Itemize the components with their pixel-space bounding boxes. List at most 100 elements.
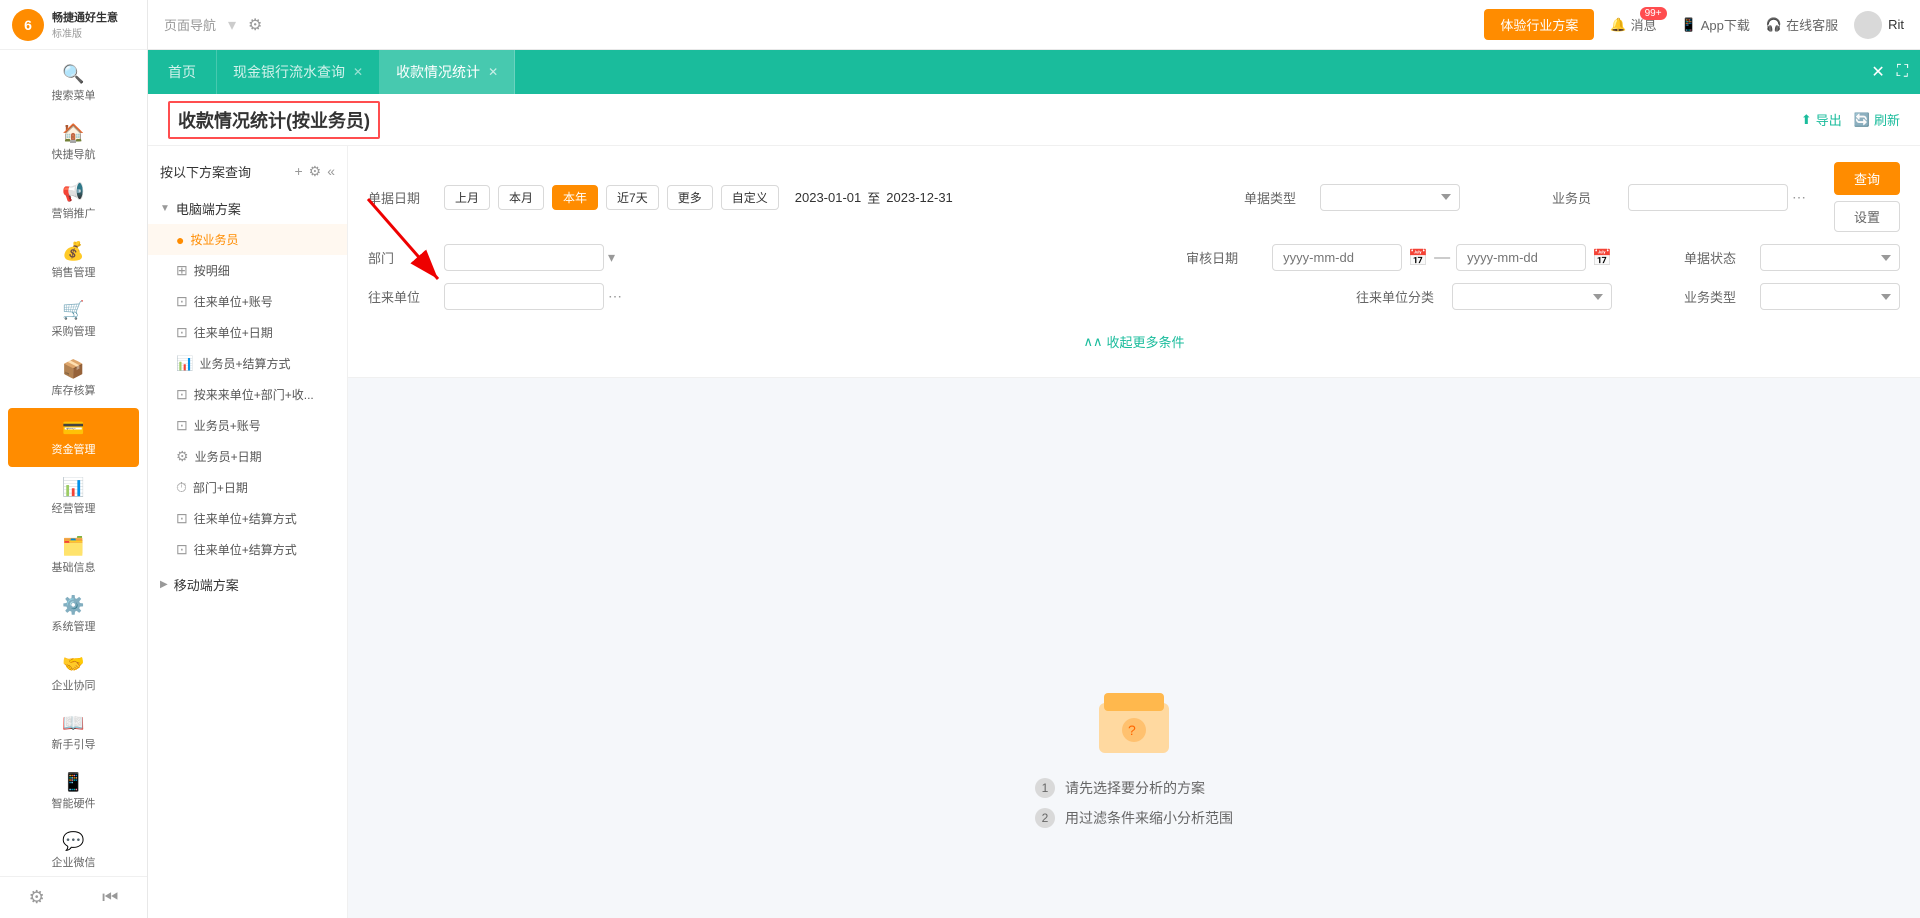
this-year-btn[interactable]: 本年 bbox=[552, 185, 598, 210]
scheme-group-desktop-header[interactable]: ▼ 电脑端方案 bbox=[148, 193, 347, 224]
voucher-status-select[interactable] bbox=[1760, 244, 1900, 271]
dept-input[interactable] bbox=[444, 244, 604, 271]
audit-date-label: 审核日期 bbox=[1186, 248, 1256, 267]
filter-row-2: 部门 ▾ 审核日期 📅 — 📅 bbox=[368, 244, 1900, 271]
sidebar-item-wechat[interactable]: 💬 企业微信 bbox=[0, 821, 147, 876]
tab-fullscreen-icon[interactable]: ⛶ bbox=[1897, 63, 1908, 81]
audit-date-from-input[interactable] bbox=[1272, 244, 1402, 271]
sidebar-item-enterprise[interactable]: 🤝 企业协同 bbox=[0, 644, 147, 703]
sidebar-item-quick-nav[interactable]: 🏠 快捷导航 bbox=[0, 113, 147, 172]
tab-bank-flow[interactable]: 现金银行流水查询 ✕ bbox=[217, 50, 380, 94]
logo-icon: 6 bbox=[12, 9, 44, 41]
scheme-item-cp-settlement[interactable]: ⊡ 往来单位+结算方式 bbox=[148, 503, 347, 534]
collapse-sidebar-icon[interactable]: ⏮ bbox=[102, 887, 118, 908]
sp-settlement-label: 业务员+结算方式 bbox=[199, 355, 290, 372]
sidebar-item-operation[interactable]: 📊 经营管理 bbox=[0, 467, 147, 526]
audit-date-to-input[interactable] bbox=[1456, 244, 1586, 271]
online-service-label: 在线客服 bbox=[1786, 15, 1838, 34]
counterparty-category-select[interactable] bbox=[1452, 283, 1612, 310]
export-label: 导出 bbox=[1816, 110, 1842, 129]
app-download-area[interactable]: 📱 App下载 bbox=[1681, 15, 1750, 34]
scheme-group-mobile-header[interactable]: ▶ 移动端方案 bbox=[148, 569, 347, 600]
tab-bank-flow-close-icon[interactable]: ✕ bbox=[353, 65, 363, 79]
this-month-btn[interactable]: 本月 bbox=[498, 185, 544, 210]
export-btn[interactable]: ⬆ 导出 bbox=[1801, 110, 1842, 129]
salesperson-input[interactable] bbox=[1628, 184, 1788, 211]
sidebar-item-hardware[interactable]: 📱 智能硬件 bbox=[0, 762, 147, 821]
settings-btn[interactable]: 设置 bbox=[1834, 201, 1900, 232]
system-icon: ⚙️ bbox=[62, 595, 84, 616]
salesperson-more-icon[interactable]: ⋯ bbox=[1792, 189, 1806, 206]
tab-collection-stats-close-icon[interactable]: ✕ bbox=[488, 65, 498, 79]
scheme-settings-icon[interactable]: ⚙ bbox=[309, 163, 322, 180]
scheme-item-cp-settlement2[interactable]: ⊡ 往来单位+结算方式 bbox=[148, 534, 347, 565]
scheme-item-counterparty-date[interactable]: ⊡ 往来单位+日期 bbox=[148, 317, 347, 348]
cal-icon-from[interactable]: 📅 bbox=[1408, 248, 1428, 268]
tab-close-all-icon[interactable]: ✕ bbox=[1871, 62, 1884, 82]
scheme-item-salesperson-account[interactable]: ⊡ 业务员+账号 bbox=[148, 410, 347, 441]
empty-svg: ? bbox=[1084, 678, 1184, 758]
tab-collection-stats[interactable]: 收款情况统计 ✕ bbox=[380, 50, 515, 94]
scheme-item-by-salesperson[interactable]: ● 按业务员 bbox=[148, 224, 347, 255]
custom-date-btn[interactable]: 自定义 bbox=[721, 185, 779, 210]
tab-home[interactable]: 首页 bbox=[148, 50, 217, 94]
scheme-item-counterparty-dept[interactable]: ⊡ 按来来单位+部门+收... bbox=[148, 379, 347, 410]
online-service-area[interactable]: 🎧 在线客服 bbox=[1766, 15, 1838, 34]
filter-row-3: 往来单位 ⋯ 往来单位分类 业务类型 bbox=[368, 283, 1900, 310]
scheme-item-dept-date[interactable]: ⏱ 部门+日期 bbox=[148, 472, 347, 503]
scheme-collapse-icon[interactable]: « bbox=[327, 163, 335, 180]
cal-icon-to[interactable]: 📅 bbox=[1592, 248, 1612, 268]
top-header: 页面导航 ▾ ⚙ 体验行业方案 🔔 消息 99+ 📱 App下载 🎧 在线客服 … bbox=[148, 0, 1920, 50]
scheme-item-salesperson-date[interactable]: ⚙ 业务员+日期 bbox=[148, 441, 347, 472]
sp-account-label: 业务员+账号 bbox=[194, 417, 261, 434]
settings-gear-icon[interactable]: ⚙ bbox=[248, 15, 262, 35]
counterparty-input[interactable] bbox=[444, 283, 604, 310]
detail-scheme-icon: ⊞ bbox=[176, 262, 188, 279]
dept-date-label: 部门+日期 bbox=[193, 479, 248, 496]
sidebar-item-capital[interactable]: 💳 资金管理 bbox=[8, 408, 139, 467]
dept-input-area: ▾ bbox=[444, 244, 644, 271]
more-date-btn[interactable]: 更多 bbox=[667, 185, 713, 210]
dept-date-icon: ⏱ bbox=[176, 479, 187, 496]
user-name: Rit bbox=[1888, 17, 1904, 32]
query-btn[interactable]: 查询 bbox=[1834, 162, 1900, 195]
cp-settlement-icon: ⊡ bbox=[176, 510, 188, 527]
sidebar-item-system[interactable]: ⚙️ 系统管理 bbox=[0, 585, 147, 644]
scheme-item-salesperson-settlement[interactable]: 📊 业务员+结算方式 bbox=[148, 348, 347, 379]
notification-area[interactable]: 🔔 消息 99+ bbox=[1610, 15, 1656, 34]
service-icon: 🎧 bbox=[1766, 17, 1782, 33]
counterparty-more-icon[interactable]: ⋯ bbox=[608, 288, 622, 305]
last7days-btn[interactable]: 近7天 bbox=[606, 185, 659, 210]
phone-icon: 📱 bbox=[1681, 17, 1697, 33]
voucher-status-label: 单据状态 bbox=[1684, 248, 1744, 267]
counterparty-input-area: ⋯ bbox=[444, 283, 644, 310]
voucher-type-label: 单据类型 bbox=[1244, 188, 1304, 207]
business-type-select[interactable] bbox=[1760, 283, 1900, 310]
sidebar-item-sales[interactable]: 💰 销售管理 bbox=[0, 231, 147, 290]
voucher-type-select[interactable] bbox=[1320, 184, 1460, 211]
dept-more-icon[interactable]: ▾ bbox=[608, 249, 615, 266]
sidebar-item-guide[interactable]: 📖 新手引导 bbox=[0, 703, 147, 762]
sidebar-item-purchase[interactable]: 🛒 采购管理 bbox=[0, 290, 147, 349]
collapse-btn[interactable]: ∧∧ 收起更多条件 bbox=[1083, 332, 1184, 351]
sidebar-item-base[interactable]: 🗂️ 基础信息 bbox=[0, 526, 147, 585]
sidebar-item-marketing[interactable]: 📢 营销推广 bbox=[0, 172, 147, 231]
page-title-actions: ⬆ 导出 🔄 刷新 bbox=[1801, 110, 1900, 129]
sidebar-item-search[interactable]: 🔍 搜索菜单 bbox=[0, 54, 147, 113]
step-2-text: 用过滤条件来缩小分析范围 bbox=[1065, 808, 1233, 828]
scheme-add-icon[interactable]: + bbox=[294, 163, 302, 180]
logo-area: 6 畅捷通好生意 标准版 bbox=[0, 0, 147, 50]
bell-icon: 🔔 bbox=[1610, 17, 1626, 33]
cp-account-scheme-icon: ⊡ bbox=[176, 293, 188, 310]
date-quick-btns: 上月 本月 本年 近7天 更多 自定义 bbox=[444, 185, 779, 210]
scheme-header: 按以下方案查询 + ⚙ « bbox=[148, 154, 347, 189]
scheme-item-by-detail[interactable]: ⊞ 按明细 bbox=[148, 255, 347, 286]
scheme-item-counterparty-account[interactable]: ⊡ 往来单位+账号 bbox=[148, 286, 347, 317]
settings-bottom-icon[interactable]: ⚙ bbox=[29, 887, 45, 908]
search-icon: 🔍 bbox=[62, 64, 84, 85]
last-month-btn[interactable]: 上月 bbox=[444, 185, 490, 210]
sidebar-item-inventory[interactable]: 📦 库存核算 bbox=[0, 349, 147, 408]
sp-settlement-icon: 📊 bbox=[176, 355, 193, 372]
trial-btn[interactable]: 体验行业方案 bbox=[1484, 9, 1594, 40]
refresh-btn[interactable]: 🔄 刷新 bbox=[1854, 110, 1900, 129]
